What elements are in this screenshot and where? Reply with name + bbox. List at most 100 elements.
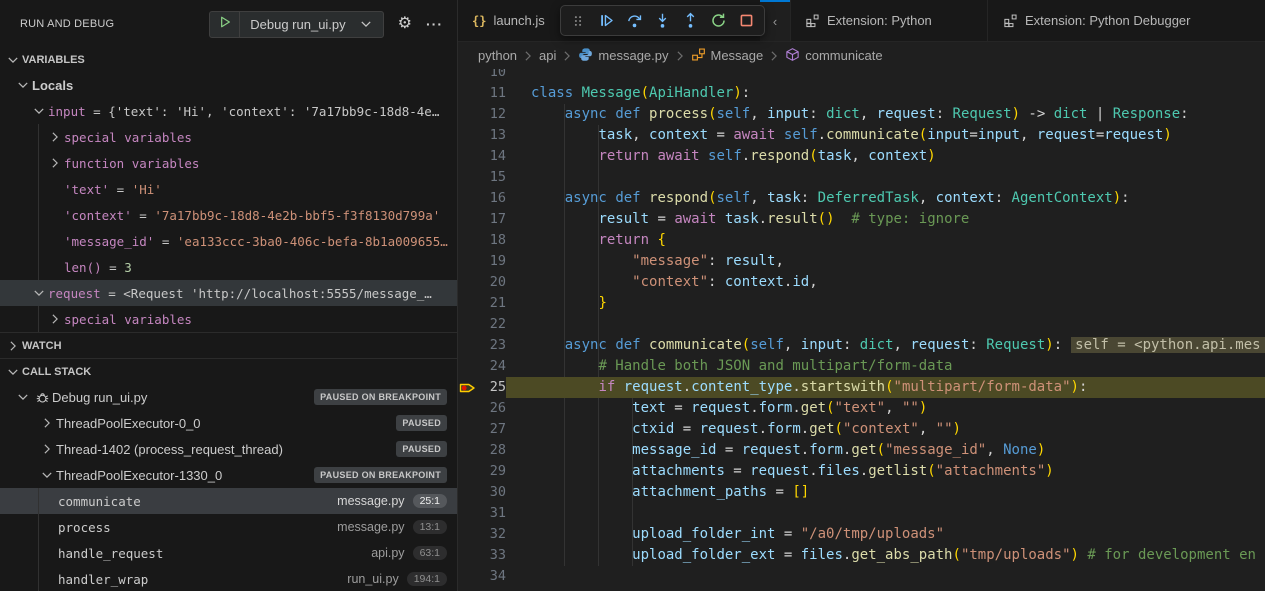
- variable-row[interactable]: 'message_id' = 'ea133ccc-3ba0-406c-befa-…: [0, 228, 457, 254]
- restart-button[interactable]: [704, 7, 732, 34]
- variable-row[interactable]: Locals: [0, 72, 457, 98]
- stack-frame-row[interactable]: handle_request api.py 63:1: [0, 540, 457, 566]
- variable-text: =: [131, 207, 155, 223]
- code-token: async: [564, 190, 607, 206]
- chevron-down-icon[interactable]: [38, 467, 56, 483]
- line-number: 19: [489, 253, 506, 269]
- frame-name: handler_wrap: [58, 571, 149, 587]
- code-token: task: [724, 211, 759, 227]
- code-token: context: [724, 274, 784, 290]
- variables-section-header[interactable]: VARIABLES: [0, 48, 457, 72]
- stack-frame-row[interactable]: communicate message.py 25:1: [0, 488, 457, 514]
- variable-row[interactable]: special variables: [0, 124, 457, 150]
- call-stack-row[interactable]: Debug run_ui.py PAUSED ON BREAKPOINT: [0, 384, 457, 410]
- code-token: :: [842, 337, 860, 353]
- chevron-down-icon[interactable]: [30, 103, 48, 119]
- chevron-down-icon[interactable]: [14, 389, 32, 405]
- code-token: request: [750, 463, 810, 479]
- chevron-right-icon[interactable]: [4, 338, 22, 354]
- code-line: 13 task, context = await self.communicat…: [458, 125, 1265, 146]
- code-token: .: [809, 463, 818, 479]
- code-token: files: [800, 547, 843, 563]
- call-stack-row[interactable]: Thread-1402 (process_request_thread) PAUS…: [0, 436, 457, 462]
- tab-extension-python-debugger[interactable]: Extension: Python Debugger: [989, 0, 1265, 41]
- chevron-right-icon[interactable]: [46, 129, 64, 145]
- code-token: "": [935, 421, 953, 437]
- variable-row[interactable]: special variables: [0, 306, 457, 332]
- chevron-down-icon[interactable]: [30, 285, 48, 301]
- breadcrumb-item-api[interactable]: api: [539, 48, 556, 63]
- chevron-down-icon[interactable]: [356, 16, 383, 32]
- call-stack-section-header[interactable]: CALL STACK: [0, 358, 457, 384]
- debug-config-label[interactable]: Debug run_ui.py: [240, 17, 355, 32]
- code-line: 19 "message": result,: [458, 251, 1265, 272]
- variable-row[interactable]: request = <Request 'http://localhost:555…: [0, 280, 457, 306]
- chevron-right-icon[interactable]: [38, 441, 56, 457]
- code-token: # Handle both JSON and multipart/form-da…: [598, 358, 953, 374]
- breadcrumb-item-python[interactable]: python: [478, 48, 517, 63]
- glyph-margin: [458, 482, 478, 503]
- code-line: 28 message_id = request.form.get("messag…: [458, 440, 1265, 461]
- gear-icon[interactable]: ⚙: [398, 16, 412, 32]
- breadcrumb-item-communicate-method[interactable]: communicate: [785, 47, 883, 65]
- call-stack-row[interactable]: ThreadPoolExecutor-1330_0 PAUSED ON BREAK…: [0, 462, 457, 488]
- variable-row[interactable]: input = {'text': 'Hi', 'context': '7a17b…: [0, 98, 457, 124]
- breadcrumb-item-message-py[interactable]: message.py: [578, 47, 669, 65]
- frame-file: message.py: [337, 494, 405, 508]
- start-debug-button[interactable]: [210, 11, 241, 37]
- chevron-down-icon[interactable]: [14, 77, 32, 93]
- chevron-right-icon[interactable]: [46, 311, 64, 327]
- indent-guide: [38, 514, 39, 540]
- code-editor[interactable]: 10 11 class Message(ApiHandler): 12 async d…: [458, 69, 1265, 591]
- current-line-breakpoint-icon[interactable]: [458, 377, 478, 398]
- glyph-margin: [458, 566, 478, 587]
- more-actions-icon[interactable]: ···: [426, 17, 443, 31]
- toolbar-drag-grip[interactable]: [564, 7, 592, 34]
- code-token: =: [665, 400, 692, 416]
- step-out-button[interactable]: [676, 7, 704, 34]
- stack-frame-row[interactable]: handler_wrap run_ui.py 194:1: [0, 566, 457, 591]
- code-text: ctxid = request.form.get("context", ""): [506, 419, 1265, 440]
- code-line: 33 upload_folder_ext = files.get_abs_pat…: [458, 545, 1265, 566]
- code-token: ): [918, 400, 928, 416]
- variable-row[interactable]: 'context' = '7a17bb9c-18d8-4e2b-bbf5-f3f…: [0, 202, 457, 228]
- variable-text: 'Hi': [131, 181, 162, 197]
- stack-frame-row[interactable]: process message.py 13:1: [0, 514, 457, 540]
- watch-section-header[interactable]: WATCH: [0, 332, 457, 358]
- chevron-right-icon[interactable]: [46, 155, 64, 171]
- code-token: .: [758, 421, 768, 437]
- chevron-down-icon[interactable]: [4, 52, 22, 68]
- call-stack-row[interactable]: ThreadPoolExecutor-0_0 PAUSED: [0, 410, 457, 436]
- breadcrumb-item-message-class[interactable]: Message: [691, 47, 763, 65]
- code-token: input: [927, 127, 970, 143]
- code-token: .: [758, 211, 768, 227]
- stop-button[interactable]: [732, 7, 760, 34]
- step-over-button[interactable]: [620, 7, 648, 34]
- variable-row[interactable]: function variables: [0, 150, 457, 176]
- debug-config-dropdown[interactable]: Debug run_ui.py: [209, 10, 384, 38]
- frame-file: api.py: [371, 546, 405, 560]
- chevron-down-icon[interactable]: [4, 364, 22, 380]
- step-into-button[interactable]: [648, 7, 676, 34]
- line-number: 15: [489, 169, 506, 185]
- variable-row[interactable]: len() = 3: [0, 254, 457, 280]
- chevron-left-icon[interactable]: ‹: [773, 14, 777, 29]
- tab-extension-python[interactable]: Extension: Python: [790, 0, 988, 41]
- code-token: ,: [750, 190, 768, 206]
- run-and-debug-sidebar: RUN AND DEBUG Debug run_ui.py ⚙ ··· VARI…: [0, 0, 458, 591]
- code-token: get: [809, 421, 835, 437]
- continue-button[interactable]: [592, 7, 620, 34]
- frame-file: message.py: [337, 520, 405, 534]
- code-line: 18 return {: [458, 230, 1265, 251]
- code-token: .: [750, 400, 759, 416]
- glyph-margin: [458, 440, 478, 461]
- code-token: (: [927, 463, 936, 479]
- chevron-right-icon[interactable]: [38, 415, 56, 431]
- variable-row[interactable]: 'text' = 'Hi': [0, 176, 457, 202]
- code-token: self: [716, 190, 751, 206]
